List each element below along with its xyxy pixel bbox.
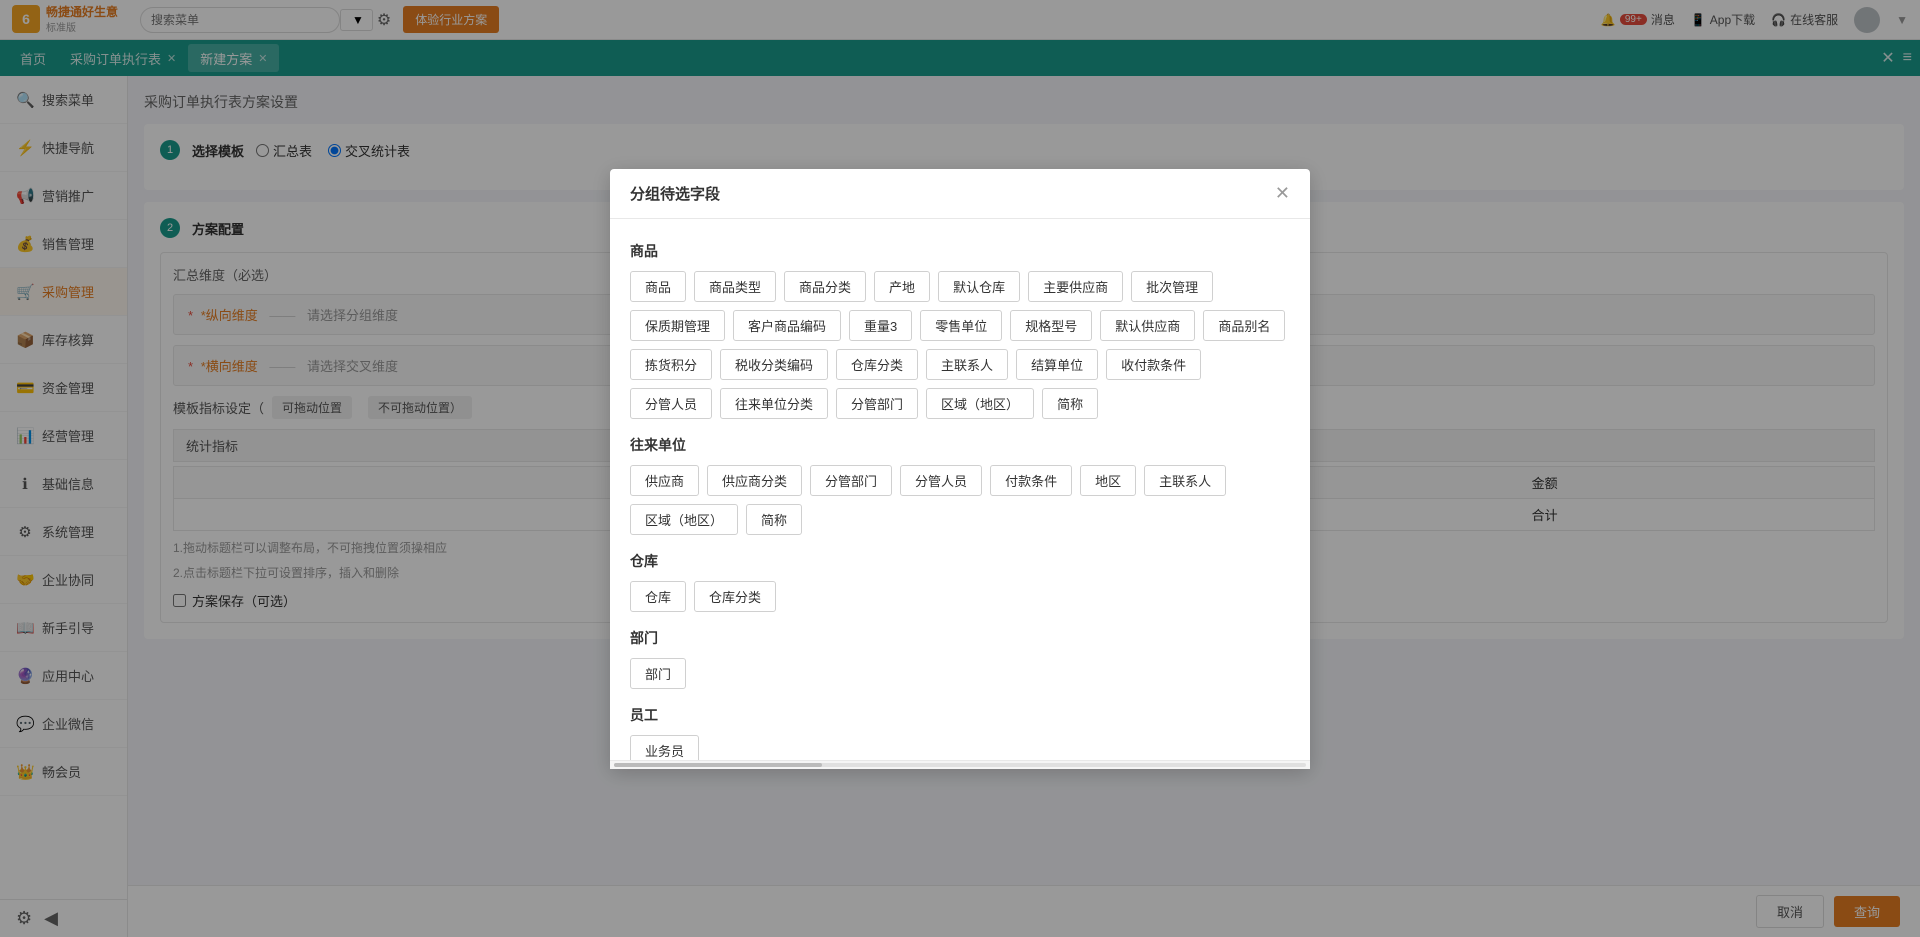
field-tag[interactable]: 商品 bbox=[630, 271, 686, 302]
field-tag[interactable]: 规格型号 bbox=[1010, 310, 1092, 341]
field-tag[interactable]: 仓库分类 bbox=[694, 581, 776, 612]
modal-dialog: 分组待选字段 ✕ 商品商品商品类型商品分类产地默认仓库主要供应商批次管理保质期管… bbox=[610, 169, 1310, 769]
field-tag[interactable]: 分管部门 bbox=[836, 388, 918, 419]
modal-body[interactable]: 商品商品商品类型商品分类产地默认仓库主要供应商批次管理保质期管理客户商品编码重量… bbox=[610, 219, 1310, 761]
field-tag[interactable]: 批次管理 bbox=[1131, 271, 1213, 302]
field-tag[interactable]: 仓库分类 bbox=[836, 349, 918, 380]
field-tags: 仓库仓库分类 bbox=[630, 581, 1290, 612]
field-tags: 商品商品类型商品分类产地默认仓库主要供应商批次管理保质期管理客户商品编码重量3 零… bbox=[630, 271, 1290, 419]
modal-overlay: 分组待选字段 ✕ 商品商品商品类型商品分类产地默认仓库主要供应商批次管理保质期管… bbox=[0, 0, 1920, 937]
field-section-title: 商品 bbox=[630, 241, 1290, 261]
modal-close-button[interactable]: ✕ bbox=[1275, 183, 1290, 204]
modal-header: 分组待选字段 ✕ bbox=[610, 169, 1310, 219]
field-tag[interactable]: 拣货积分 bbox=[630, 349, 712, 380]
field-tag[interactable]: 商品分类 bbox=[784, 271, 866, 302]
field-tag[interactable]: 分管人员 bbox=[900, 465, 982, 496]
field-tag[interactable]: 分管人员 bbox=[630, 388, 712, 419]
modal-title: 分组待选字段 bbox=[630, 183, 720, 204]
field-section-title: 员工 bbox=[630, 705, 1290, 725]
field-tag[interactable]: 仓库 bbox=[630, 581, 686, 612]
field-tag[interactable]: 分管部门 bbox=[810, 465, 892, 496]
field-tag[interactable]: 税收分类编码 bbox=[720, 349, 828, 380]
field-tag[interactable]: 商品类型 bbox=[694, 271, 776, 302]
field-tag[interactable]: 供应商 bbox=[630, 465, 699, 496]
field-tag[interactable]: 主联系人 bbox=[1144, 465, 1226, 496]
field-tag[interactable]: 简称 bbox=[1042, 388, 1098, 419]
field-tag[interactable]: 零售单位 bbox=[920, 310, 1002, 341]
field-section-title: 部门 bbox=[630, 628, 1290, 648]
modal-horizontal-scrollbar[interactable] bbox=[610, 760, 1310, 768]
field-tag[interactable]: 客户商品编码 bbox=[733, 310, 841, 341]
field-tags: 部门 bbox=[630, 658, 1290, 689]
field-tags: 供应商供应商分类分管部门分管人员付款条件地区主联系人区域（地区） 简称 bbox=[630, 465, 1290, 535]
field-tag[interactable]: 供应商分类 bbox=[707, 465, 802, 496]
field-tag[interactable]: 默认仓库 bbox=[938, 271, 1020, 302]
field-tags: 业务员 bbox=[630, 735, 1290, 761]
field-tag[interactable]: 区域（地区） bbox=[926, 388, 1034, 419]
field-tag[interactable]: 收付款条件 bbox=[1106, 349, 1201, 380]
field-tag[interactable]: 默认供应商 bbox=[1100, 310, 1195, 341]
field-tag[interactable]: 主要供应商 bbox=[1028, 271, 1123, 302]
field-tag[interactable]: 产地 bbox=[874, 271, 930, 302]
field-tag[interactable]: 区域（地区） bbox=[630, 504, 738, 535]
field-tag[interactable]: 结算单位 bbox=[1016, 349, 1098, 380]
scroll-track bbox=[614, 763, 1306, 767]
field-tag[interactable]: 主联系人 bbox=[926, 349, 1008, 380]
scroll-thumb bbox=[614, 763, 822, 767]
field-tag[interactable]: 重量3 bbox=[849, 310, 912, 341]
field-tag[interactable]: 往来单位分类 bbox=[720, 388, 828, 419]
field-section-title: 往来单位 bbox=[630, 435, 1290, 455]
field-tag[interactable]: 部门 bbox=[630, 658, 686, 689]
field-section-title: 仓库 bbox=[630, 551, 1290, 571]
field-tag[interactable]: 付款条件 bbox=[990, 465, 1072, 496]
field-tag[interactable]: 简称 bbox=[746, 504, 802, 535]
field-tag[interactable]: 业务员 bbox=[630, 735, 699, 761]
field-tag[interactable]: 地区 bbox=[1080, 465, 1136, 496]
field-tag[interactable]: 保质期管理 bbox=[630, 310, 725, 341]
field-tag[interactable]: 商品别名 bbox=[1203, 310, 1285, 341]
